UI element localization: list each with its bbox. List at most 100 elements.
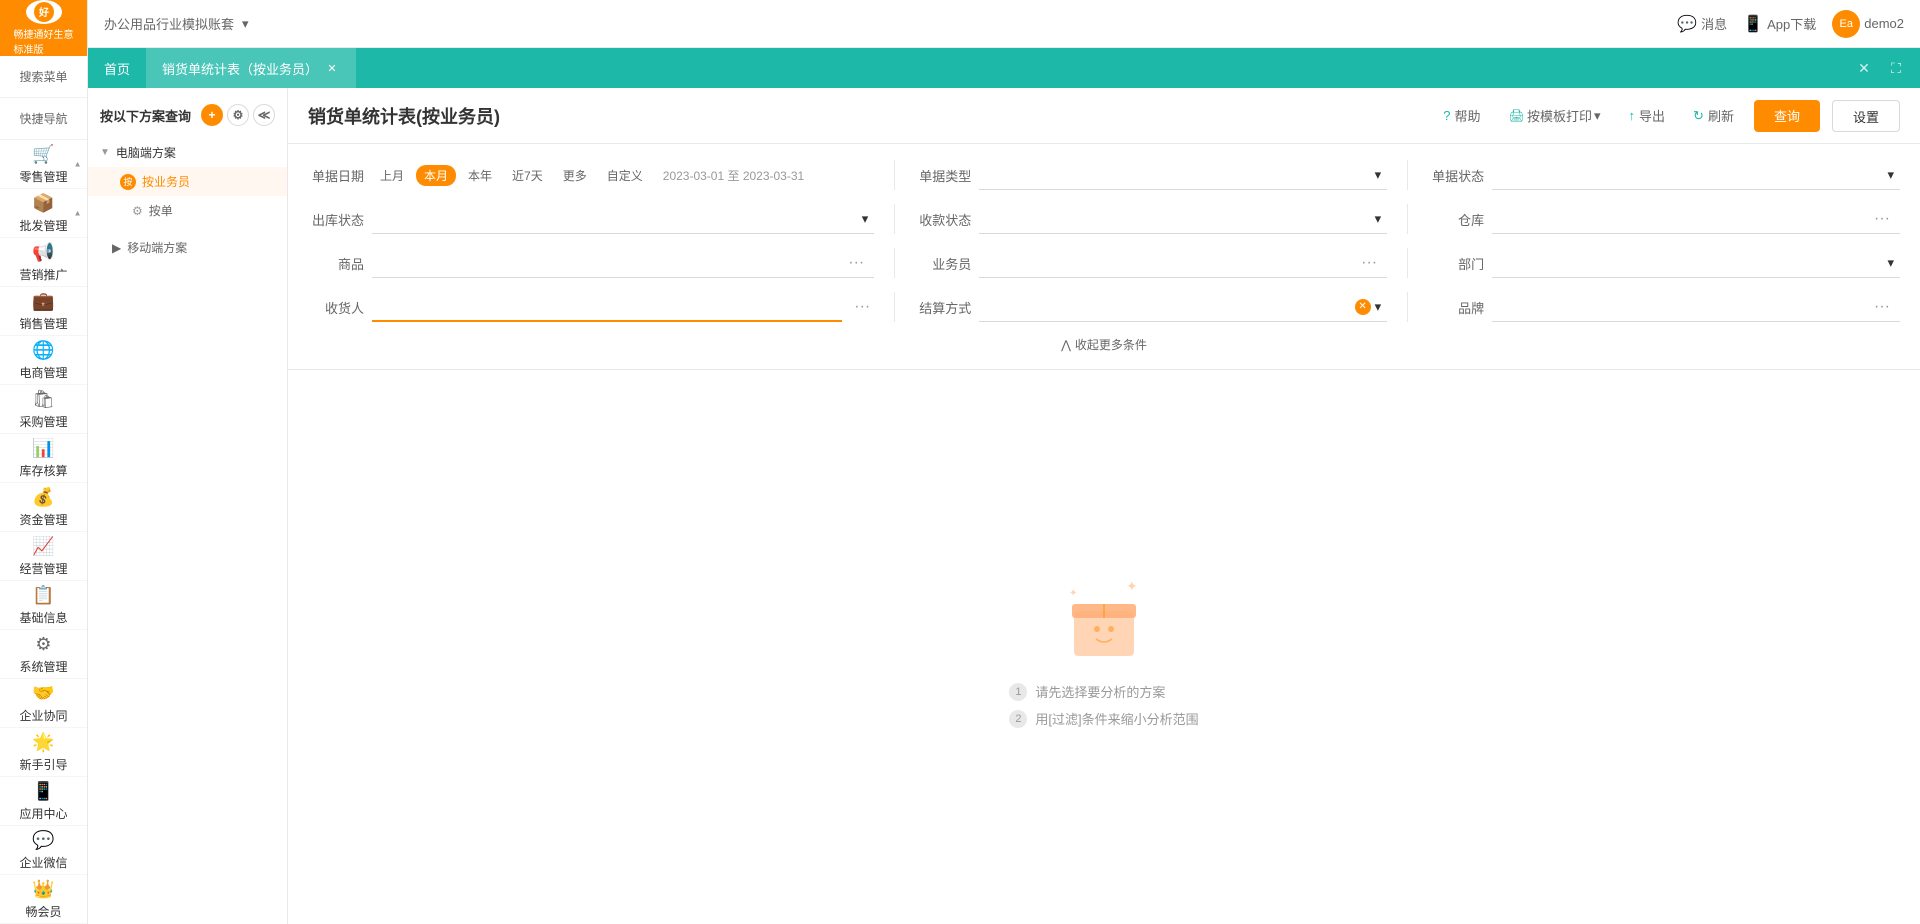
settlement-select[interactable]: ✕ ▾ (979, 292, 1387, 322)
tab-sales-report[interactable]: 销货单统计表（按业务员） ✕ (146, 48, 356, 88)
sidebar-item-newbie[interactable]: 🌟 新手引导 (0, 728, 88, 777)
topbar: 办公用品行业模拟账套 ▾ 💬 消息 📱 App下载 Ea demo2 (88, 0, 1920, 48)
tab-close-icon[interactable]: ✕ (324, 60, 340, 76)
date-tab-more[interactable]: 更多 (555, 165, 595, 186)
tab-home[interactable]: 首页 (88, 48, 146, 88)
sidebar-item-app-center[interactable]: 📱 应用中心 (0, 777, 88, 826)
date-label: 单据日期 (308, 166, 364, 185)
print-btn[interactable]: 🖨 按模板打印 ▾ (1500, 102, 1608, 129)
sidebar-item-sales[interactable]: 💼 销售管理 (0, 287, 88, 336)
newbie-icon: 🌟 (32, 732, 54, 753)
sidebar-item-enterprise[interactable]: 🤝 企业协同 (0, 679, 88, 728)
recipient-input[interactable] (372, 292, 842, 322)
query-button[interactable]: 查询 (1754, 100, 1820, 132)
sidebar-item-wholesale[interactable]: 📦 批发管理 (0, 189, 88, 238)
sidebar-item-label-ecommerce: 电商管理 (19, 364, 67, 381)
sidebar-item-retail[interactable]: 🛒 零售管理 (0, 140, 88, 189)
panel-node-order[interactable]: ⚙ 按单 (88, 196, 287, 225)
date-tab-custom[interactable]: 自定义 (599, 165, 651, 186)
sidebar-item-label-finance: 资金管理 (19, 511, 67, 528)
management-icon: 📈 (32, 536, 54, 557)
empty-tip-1: 1 请先选择要分析的方案 (1009, 682, 1198, 701)
salesperson-select[interactable]: ··· (979, 248, 1387, 278)
filter-brand: 品牌 ··· (1428, 292, 1900, 322)
ecommerce-icon: 🌐 (32, 340, 54, 361)
sidebar-item-ecommerce[interactable]: 🌐 电商管理 (0, 336, 88, 385)
salesperson-dots-icon[interactable]: ··· (1357, 254, 1381, 272)
divider5 (894, 248, 895, 278)
filter-area: 单据日期 上月 本月 本年 近7天 更多 自定义 2023-03-01 至 20… (288, 144, 1920, 370)
recipient-dots-icon[interactable]: ··· (850, 298, 874, 316)
sidebar-item-purchase[interactable]: 🛍 采购管理 (0, 385, 88, 434)
empty-state: ✦ ✦ 1 请先选择要分析的方案 (1009, 566, 1198, 728)
message-btn[interactable]: 💬 消息 (1677, 14, 1727, 34)
department-dropdown-icon: ▾ (1887, 255, 1894, 271)
sidebar-search[interactable]: 搜索菜单 (0, 56, 88, 98)
brand-label: 品牌 (1428, 298, 1484, 317)
brand-select[interactable]: ··· (1492, 292, 1900, 322)
panel-header-title: 按以下方案查询 (100, 106, 191, 125)
logo-text: 畅捷通好生意标准版 (14, 26, 74, 56)
panel-section-mobile-header[interactable]: ▶ 移动端方案 (88, 233, 287, 262)
user-profile[interactable]: Ea demo2 (1832, 10, 1904, 38)
quick-label: 快捷导航 (19, 110, 67, 127)
sidebar-item-wechat[interactable]: 💬 企业微信 (0, 826, 88, 875)
sidebar-item-inventory[interactable]: 📊 库存核算 (0, 434, 88, 483)
collapse-more-btn[interactable]: ⋀ 收起更多条件 (308, 336, 1900, 353)
receipt-status-select[interactable]: ▾ (979, 204, 1387, 234)
divider3 (894, 204, 895, 234)
sidebar-item-system[interactable]: ⚙ 系统管理 (0, 630, 88, 679)
doc-type-select[interactable]: ▾ (979, 160, 1387, 190)
sidebar-quick[interactable]: 快捷导航 (0, 98, 88, 140)
help-btn[interactable]: ? 帮助 (1435, 102, 1488, 129)
divider1 (894, 160, 895, 190)
refresh-btn[interactable]: ↻ 刷新 (1685, 102, 1742, 129)
export-label: 导出 (1639, 106, 1665, 125)
panel-node-salesperson[interactable]: 按 按业务员 (88, 167, 287, 196)
window-expand-btn[interactable]: ⛶ (1884, 56, 1908, 80)
enterprise-icon: 🤝 (32, 683, 54, 704)
page-title-bar: 销货单统计表(按业务员) ? 帮助 🖨 按模板打印 ▾ ↑ 导出 (288, 88, 1920, 144)
warehouse-select[interactable]: ··· (1492, 204, 1900, 234)
sidebar-item-label-retail: 零售管理 (19, 168, 67, 185)
tab-sales-label: 销货单统计表（按业务员） (162, 59, 318, 78)
refresh-icon: ↻ (1693, 108, 1704, 124)
user-label: demo2 (1864, 16, 1904, 31)
panel-settings-btn[interactable]: ⚙ (227, 104, 249, 126)
tip-text-2: 用[过滤]条件来缩小分析范围 (1035, 709, 1198, 728)
date-tab-lastmonth[interactable]: 上月 (372, 165, 412, 186)
settings-button[interactable]: 设置 (1832, 100, 1900, 132)
sidebar-item-management[interactable]: 📈 经营管理 (0, 532, 88, 581)
settlement-clear-btn[interactable]: ✕ (1355, 299, 1371, 315)
sales-icon: 💼 (32, 291, 54, 312)
sidebar-item-basic-info[interactable]: 📋 基础信息 (0, 581, 88, 630)
filter-out-status: 出库状态 ▾ (308, 204, 874, 234)
date-tab-thisyear[interactable]: 本年 (460, 165, 500, 186)
sidebar-item-finance[interactable]: 💰 资金管理 (0, 483, 88, 532)
warehouse-dots-icon[interactable]: ··· (1870, 210, 1894, 228)
receipt-status-dropdown-icon: ▾ (1375, 211, 1382, 227)
sidebar-item-marketing[interactable]: 📢 营销推广 (0, 238, 88, 287)
sidebar-item-member[interactable]: 👑 畅会员 (0, 875, 88, 924)
panel-add-btn[interactable]: + (201, 104, 223, 126)
date-tab-thismonth[interactable]: 本月 (416, 165, 456, 186)
divider2 (1407, 160, 1408, 190)
department-select[interactable]: ▾ (1492, 248, 1900, 278)
out-status-select[interactable]: ▾ (372, 204, 874, 234)
doc-status-select[interactable]: ▾ (1492, 160, 1900, 190)
date-range: 2023-03-01 至 2023-03-31 (663, 167, 804, 184)
export-btn[interactable]: ↑ 导出 (1621, 102, 1674, 129)
dropdown-icon[interactable]: ▾ (242, 16, 249, 32)
svg-text:✦: ✦ (1069, 588, 1077, 599)
goods-select[interactable]: ··· (372, 248, 874, 278)
member-icon: 👑 (32, 879, 54, 900)
message-icon: 💬 (1677, 14, 1697, 34)
panel-section-mobile: ▶ 移动端方案 (88, 229, 287, 266)
panel-section-desktop-header[interactable]: ▼ 电脑端方案 (88, 138, 287, 167)
date-tab-7days[interactable]: 近7天 (504, 165, 551, 186)
panel-collapse-btn[interactable]: ≪ (253, 104, 275, 126)
goods-dots-icon[interactable]: ··· (844, 254, 868, 272)
window-close-btn[interactable]: ✕ (1852, 56, 1876, 80)
app-download-btn[interactable]: 📱 App下载 (1743, 14, 1816, 34)
brand-dots-icon[interactable]: ··· (1870, 298, 1894, 316)
